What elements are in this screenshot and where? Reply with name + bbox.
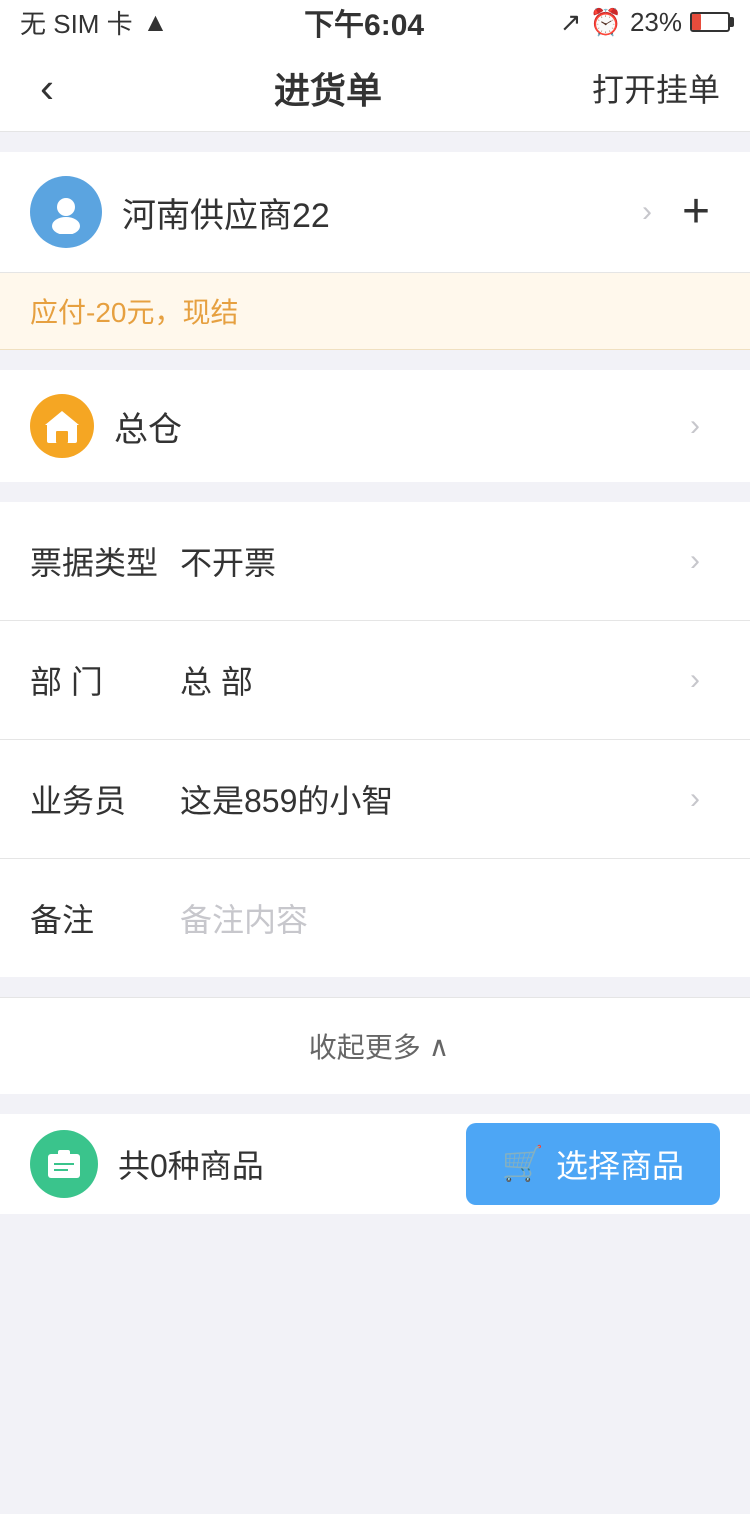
invoice-type-chevron-icon: › — [690, 544, 700, 578]
status-time: 下午6:04 — [304, 0, 424, 44]
sim-label: 无 SIM 卡 — [20, 4, 133, 41]
location-icon: ↗ — [560, 7, 582, 38]
alarm-icon: ⏰ — [590, 7, 622, 38]
warehouse-icon-svg — [43, 407, 81, 445]
remark-row[interactable]: 备注 备注内容 — [0, 859, 750, 977]
page-title: 进货单 — [274, 62, 382, 114]
supplier-avatar — [30, 176, 102, 248]
supplier-section: 河南供应商22 › + 应付-20元，现结 — [0, 152, 750, 350]
product-icon-svg — [44, 1144, 84, 1184]
salesperson-chevron-icon: › — [690, 782, 700, 816]
select-product-icon: 🛒 — [502, 1144, 544, 1184]
status-bar: 无 SIM 卡 ▲ 下午6:04 ↗ ⏰ 23% — [0, 0, 750, 44]
nav-bar: ‹ 进货单 打开挂单 — [0, 44, 750, 132]
department-chevron-icon: › — [690, 663, 700, 697]
page-background — [0, 1214, 750, 1514]
warehouse-chevron-icon: › — [690, 409, 700, 443]
product-count: 共0种商品 — [118, 1141, 466, 1187]
select-product-label: 选择商品 — [556, 1141, 684, 1187]
status-right: ↗ ⏰ 23% — [560, 7, 730, 38]
supplier-row[interactable]: 河南供应商22 › + — [0, 152, 750, 273]
bottom-bar: 共0种商品 🛒 选择商品 — [0, 1114, 750, 1214]
status-left: 无 SIM 卡 ▲ — [20, 4, 168, 41]
invoice-type-label: 票据类型 — [30, 538, 160, 584]
add-button[interactable]: + — [672, 188, 720, 236]
battery-icon — [690, 12, 730, 32]
salesperson-label: 业务员 — [30, 776, 160, 822]
department-label: 部 门 — [30, 657, 160, 703]
warehouse-row[interactable]: 总仓 › — [0, 370, 750, 482]
supplier-avatar-icon — [44, 190, 88, 234]
invoice-type-value: 不开票 — [160, 538, 690, 584]
battery-label: 23% — [630, 7, 682, 38]
remark-input[interactable]: 备注内容 — [160, 895, 720, 941]
warehouse-name: 总仓 — [114, 402, 690, 451]
back-button[interactable]: ‹ — [30, 57, 64, 119]
open-pending-button[interactable]: 打开挂单 — [592, 65, 720, 111]
warehouse-section: 总仓 › — [0, 370, 750, 482]
supplier-chevron-icon: › — [642, 195, 652, 229]
collapse-label: 收起更多 — [309, 1026, 421, 1066]
product-icon — [30, 1130, 98, 1198]
department-value: 总 部 — [160, 657, 690, 703]
collapse-icon: ∧ — [429, 1030, 450, 1063]
warehouse-icon — [30, 394, 94, 458]
wifi-icon: ▲ — [143, 7, 169, 38]
collapse-row[interactable]: 收起更多 ∧ — [0, 997, 750, 1094]
invoice-type-row[interactable]: 票据类型 不开票 › — [0, 502, 750, 621]
remark-label: 备注 — [30, 895, 160, 941]
salesperson-value: 这是859的小智 — [160, 776, 690, 822]
form-section: 票据类型 不开票 › 部 门 总 部 › 业务员 这是859的小智 › 备注 备… — [0, 502, 750, 977]
salesperson-row[interactable]: 业务员 这是859的小智 › — [0, 740, 750, 859]
supplier-name: 河南供应商22 — [122, 188, 642, 237]
top-divider — [0, 132, 750, 152]
select-product-button[interactable]: 🛒 选择商品 — [466, 1123, 720, 1205]
notice-bar: 应付-20元，现结 — [0, 273, 750, 350]
department-row[interactable]: 部 门 总 部 › — [0, 621, 750, 740]
